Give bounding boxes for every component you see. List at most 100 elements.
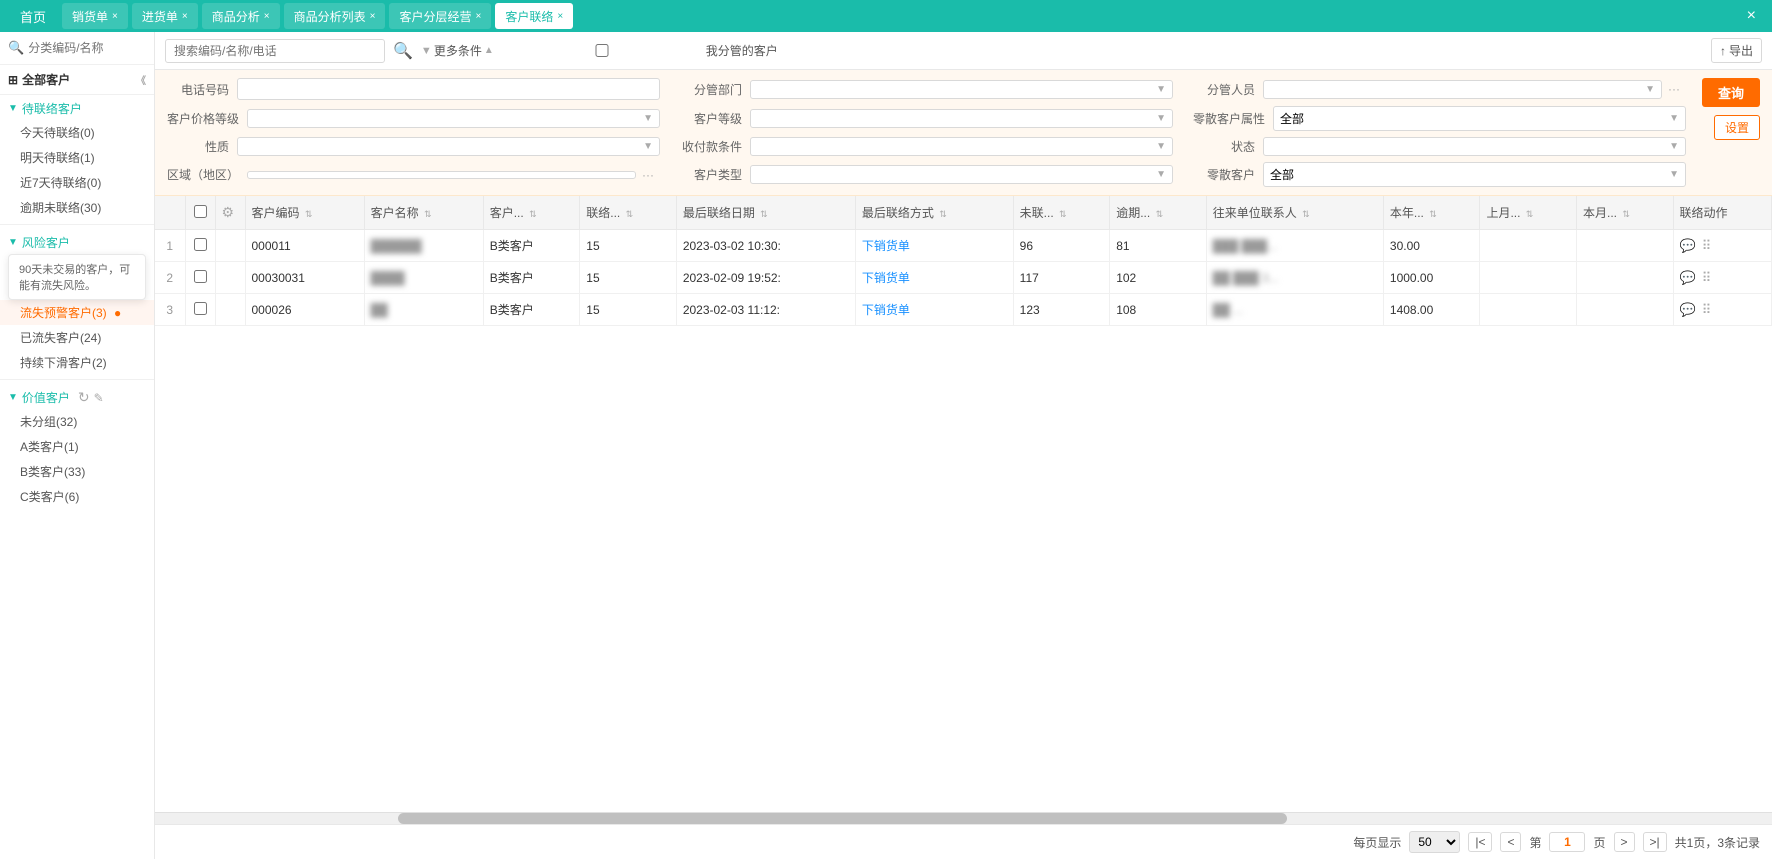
manager-more-icon[interactable]: ··· bbox=[1662, 82, 1686, 96]
manager-select[interactable]: ▼ bbox=[1263, 80, 1662, 99]
filter-price-tier: 客户价格等级 ▼ bbox=[167, 109, 660, 128]
chat-icon[interactable]: 💬 bbox=[1680, 302, 1696, 318]
close-customer-contact-tab[interactable]: × bbox=[557, 11, 563, 22]
select-all-checkbox[interactable] bbox=[194, 205, 207, 218]
customer-type-chevron-icon: ▼ bbox=[1156, 169, 1166, 180]
sort-arrows-uncontacted[interactable]: ⇅ bbox=[1059, 209, 1067, 219]
region-more-icon[interactable]: ··· bbox=[636, 168, 660, 182]
customer-tier-select[interactable]: ▼ bbox=[750, 109, 1173, 128]
my-customers-checkbox[interactable] bbox=[502, 44, 702, 57]
chat-icon[interactable]: 💬 bbox=[1680, 238, 1696, 254]
tab-product-analysis[interactable]: 商品分析 × bbox=[202, 3, 280, 29]
first-page-button[interactable]: |< bbox=[1468, 832, 1492, 852]
page-number-input[interactable] bbox=[1549, 832, 1585, 852]
query-button[interactable]: 查询 bbox=[1702, 78, 1760, 107]
scrollbar-thumb[interactable] bbox=[398, 813, 1287, 824]
sort-arrows-contact[interactable]: ⇅ bbox=[626, 209, 634, 219]
sort-arrows-last-contact-date[interactable]: ⇅ bbox=[760, 209, 768, 219]
prev-page-button[interactable]: < bbox=[1500, 832, 1521, 852]
sort-arrows-this-month[interactable]: ⇅ bbox=[1622, 209, 1630, 219]
row-checkbox[interactable] bbox=[194, 302, 207, 315]
refresh-icon[interactable]: ↻ bbox=[78, 389, 90, 406]
export-button[interactable]: ↑ 导出 bbox=[1711, 38, 1762, 63]
page-size-select[interactable]: 50 20 100 bbox=[1409, 831, 1460, 853]
status-select[interactable]: ▼ bbox=[1263, 137, 1686, 156]
tab-product-analysis-list[interactable]: 商品分析列表 × bbox=[284, 3, 386, 29]
settings-button[interactable]: 设置 bbox=[1714, 115, 1760, 140]
search-input[interactable] bbox=[165, 39, 385, 63]
next-page-button[interactable]: > bbox=[1614, 832, 1635, 852]
my-customers-checkbox-label[interactable]: 我分管的客户 bbox=[502, 42, 778, 59]
close-sales-order-tab[interactable]: × bbox=[112, 11, 118, 22]
cell-checkbox[interactable] bbox=[185, 262, 215, 294]
price-tier-select[interactable]: ▼ bbox=[247, 109, 660, 128]
sidebar-item-churned[interactable]: 已流失客户(24) bbox=[0, 325, 154, 350]
tab-customer-contact[interactable]: 客户联络 × bbox=[495, 3, 573, 29]
row-checkbox[interactable] bbox=[194, 238, 207, 251]
last-contact-method-link[interactable]: 下销货单 bbox=[862, 303, 910, 317]
sidebar-section-pending[interactable]: ▼ 待联络客户 bbox=[0, 95, 154, 120]
region-select[interactable] bbox=[247, 171, 636, 179]
phone-input[interactable] bbox=[237, 78, 660, 100]
sidebar-item-churn-warning[interactable]: 流失预警客户(3) ● bbox=[0, 300, 154, 325]
sidebar-section-value[interactable]: ▼ 价值客户 ↻ ✎ bbox=[0, 384, 154, 409]
sidebar-search-input[interactable] bbox=[28, 41, 155, 55]
more-actions-icon[interactable]: ⠿ bbox=[1702, 238, 1712, 254]
collapse-icon[interactable]: 《 bbox=[136, 72, 146, 87]
close-purchase-order-tab[interactable]: × bbox=[182, 11, 188, 22]
edit-icon[interactable]: ✎ bbox=[94, 391, 104, 405]
close-product-analysis-tab[interactable]: × bbox=[264, 11, 270, 22]
table-footer: 每页显示 50 20 100 |< < 第 页 > >| 共1页，3条记录 bbox=[155, 824, 1772, 859]
cell-checkbox[interactable] bbox=[185, 230, 215, 262]
search-button[interactable]: 🔍 bbox=[393, 41, 413, 61]
cell-code: 000011 bbox=[245, 230, 364, 262]
close-all-tabs-button[interactable]: × bbox=[1739, 7, 1764, 25]
sidebar-item-class-b[interactable]: B类客户(33) bbox=[0, 459, 154, 484]
sidebar-item-class-a[interactable]: A类客户(1) bbox=[0, 434, 154, 459]
horizontal-scrollbar[interactable] bbox=[155, 812, 1772, 824]
sidebar-item-today-pending[interactable]: 今天待联络(0) bbox=[0, 120, 154, 145]
sort-arrows-level[interactable]: ⇅ bbox=[529, 209, 537, 219]
cell-checkbox[interactable] bbox=[185, 294, 215, 326]
sidebar-item-week-pending[interactable]: 近7天待联络(0) bbox=[0, 170, 154, 195]
status-chevron-icon: ▼ bbox=[1669, 141, 1679, 152]
scatter-customer-select[interactable]: 全部 ▼ bbox=[1263, 162, 1686, 187]
sort-arrows-name[interactable]: ⇅ bbox=[424, 209, 432, 219]
more-actions-icon[interactable]: ⠿ bbox=[1702, 270, 1712, 286]
nature-select[interactable]: ▼ bbox=[237, 137, 660, 156]
cell-settings bbox=[215, 294, 245, 326]
home-tab[interactable]: 首页 bbox=[8, 0, 58, 32]
close-customer-tier-tab[interactable]: × bbox=[475, 11, 481, 22]
sort-arrows-unit-contact[interactable]: ⇅ bbox=[1302, 209, 1310, 219]
sidebar-section-risk[interactable]: ▼ 风险客户 bbox=[0, 229, 154, 254]
close-product-analysis-list-tab[interactable]: × bbox=[370, 11, 376, 22]
last-contact-method-link[interactable]: 下销货单 bbox=[862, 239, 910, 253]
sort-arrows-this-year[interactable]: ⇅ bbox=[1429, 209, 1437, 219]
sort-arrows-last-month[interactable]: ⇅ bbox=[1526, 209, 1534, 219]
more-conditions-button[interactable]: ▼ 更多条件 ▲ bbox=[421, 42, 494, 59]
tab-customer-tier[interactable]: 客户分层经营 × bbox=[389, 3, 491, 29]
chat-icon[interactable]: 💬 bbox=[1680, 270, 1696, 286]
sidebar-item-tomorrow-pending[interactable]: 明天待联络(1) bbox=[0, 145, 154, 170]
row-checkbox[interactable] bbox=[194, 270, 207, 283]
last-page-button[interactable]: >| bbox=[1643, 832, 1667, 852]
dept-select[interactable]: ▼ bbox=[750, 80, 1173, 99]
scatter-attr-select[interactable]: 全部 ▼ bbox=[1273, 106, 1686, 131]
payment-select[interactable]: ▼ bbox=[750, 137, 1173, 156]
sidebar-item-overdue-pending[interactable]: 逾期未联络(30) bbox=[0, 195, 154, 220]
tab-sales-order[interactable]: 销货单 × bbox=[62, 3, 128, 29]
cell-last-contact-method: 下销货单 bbox=[855, 294, 1013, 326]
customer-type-select[interactable]: ▼ bbox=[750, 165, 1173, 184]
sort-arrows-overdue[interactable]: ⇅ bbox=[1156, 209, 1164, 219]
more-actions-icon[interactable]: ⠿ bbox=[1702, 302, 1712, 318]
last-contact-method-link[interactable]: 下销货单 bbox=[862, 271, 910, 285]
sort-arrows-code[interactable]: ⇅ bbox=[305, 209, 313, 219]
tab-purchase-order[interactable]: 进货单 × bbox=[132, 3, 198, 29]
sidebar-item-unassigned[interactable]: 未分组(32) bbox=[0, 409, 154, 434]
sort-arrows-last-contact-method[interactable]: ⇅ bbox=[939, 209, 947, 219]
arrow-down-icon-value: ▼ bbox=[8, 392, 18, 403]
table-settings-icon[interactable]: ⚙ bbox=[222, 204, 235, 220]
sidebar-item-declining[interactable]: 持续下滑客户(2) bbox=[0, 350, 154, 375]
sidebar-item-class-c[interactable]: C类客户(6) bbox=[0, 484, 154, 509]
sidebar-all-customers[interactable]: ⊞ 全部客户 《 bbox=[0, 65, 154, 95]
